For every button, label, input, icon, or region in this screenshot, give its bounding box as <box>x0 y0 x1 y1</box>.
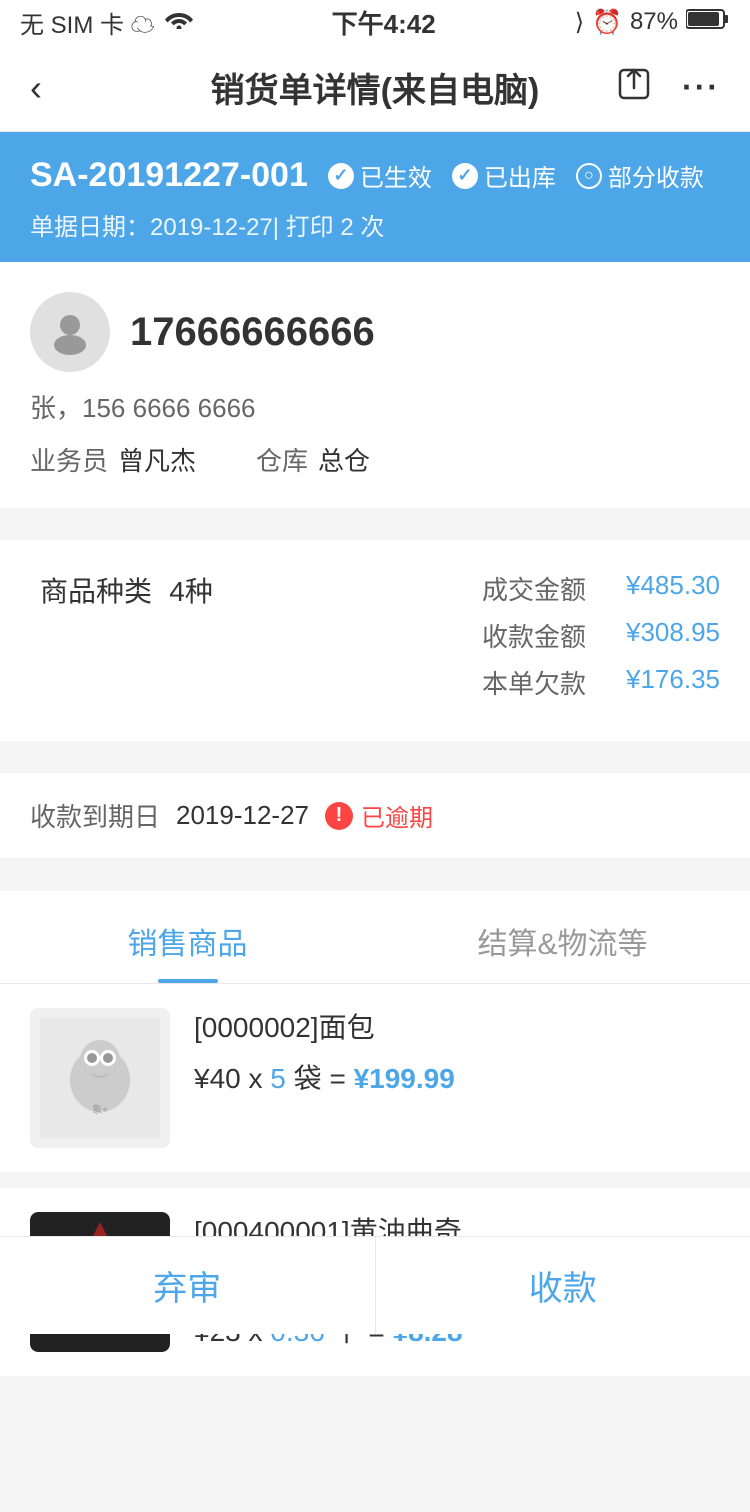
battery-icon <box>686 8 730 37</box>
deal-amount-value: ¥485.30 <box>626 570 720 607</box>
avatar <box>30 292 110 372</box>
order-print-info: | 打印 2 次 <box>273 214 385 241</box>
svg-text:象+: 象+ <box>92 1104 108 1116</box>
confirm-button[interactable]: 收款 <box>376 1237 750 1334</box>
debt-amount-row: 本单欠款 ¥176.35 <box>482 664 720 701</box>
product-price-row-1: ¥40 x 5 袋 = ¥199.99 <box>194 1057 720 1097</box>
alarm-icon: ⏰ <box>592 8 622 37</box>
clock-icon: ○ <box>576 163 602 189</box>
financial-section: 商品种类 4种 成交金额 ¥485.30 收款金额 ¥308.95 本单欠款 ¥… <box>0 540 750 741</box>
order-date-value: 2019-12-27 <box>150 214 273 241</box>
status-bar: 无 SIM 卡 ☁ 下午4:42 ⟩ ⏰ 87% <box>0 0 750 44</box>
debt-value: ¥176.35 <box>626 664 720 701</box>
overdue-label: 已逾期 <box>361 798 433 833</box>
tab-sales-products-label: 销售商品 <box>128 928 248 961</box>
received-label: 收款金额 <box>482 617 586 654</box>
status-partial-label: 部分收款 <box>608 158 704 193</box>
divider-1 <box>0 524 750 540</box>
product-thumb-1: 象+ <box>30 1008 170 1148</box>
product-qty-1: 5 <box>270 1063 286 1094</box>
share-icon[interactable] <box>616 66 652 109</box>
product-type-value: 4种 <box>169 576 213 607</box>
tab-settlement-label: 结算&物流等 <box>477 928 647 961</box>
customer-name: 张，156 6666 6666 <box>30 388 720 425</box>
status-time: 下午4:42 <box>332 4 436 41</box>
customer-meta: 业务员 曾凡杰 仓库 总仓 <box>30 441 720 478</box>
deal-amount-row: 成交金额 ¥485.30 <box>482 570 720 607</box>
warehouse-name: 总仓 <box>318 441 370 478</box>
check-icon-2: ✓ <box>452 163 478 189</box>
page-title: 销货单详情(来自电脑) <box>211 63 540 112</box>
due-section: 收款到期日 2019-12-27 ! 已逾期 <box>0 773 750 859</box>
bottom-bar: 弃审 收款 <box>0 1236 750 1334</box>
wifi-icon <box>165 8 193 36</box>
status-shipped: ✓ 已出库 <box>452 158 556 193</box>
tab-sales-products[interactable]: 销售商品 <box>0 891 375 983</box>
product-info-1: [0000002]面包 ¥40 x 5 袋 = ¥199.99 <box>194 1008 720 1097</box>
check-icon-1: ✓ <box>328 163 354 189</box>
location-icon: ⟩ <box>575 8 584 37</box>
status-effective-label: 已生效 <box>360 158 432 193</box>
product-code-name-1: [0000002]面包 <box>194 1008 720 1047</box>
status-effective: ✓ 已生效 <box>328 158 432 193</box>
status-left: 无 SIM 卡 ☁ <box>20 5 193 40</box>
tabs: 销售商品 结算&物流等 <box>0 891 750 984</box>
due-date-label: 收款到期日 <box>30 797 160 834</box>
more-icon[interactable]: ··· <box>682 69 720 106</box>
received-value: ¥308.95 <box>626 617 720 654</box>
amounts: 成交金额 ¥485.30 收款金额 ¥308.95 本单欠款 ¥176.35 <box>482 570 720 711</box>
order-date: 单据日期：2019-12-27| 打印 2 次 <box>30 207 720 242</box>
customer-phone: 17666666666 <box>130 310 375 355</box>
product-price-1: ¥40 <box>194 1063 241 1094</box>
order-date-label: 单据日期： <box>30 214 150 241</box>
no-sim-label: 无 SIM 卡 ☁ <box>20 5 155 40</box>
due-date-value: 2019-12-27 <box>176 800 309 831</box>
back-button[interactable]: ‹ <box>30 67 90 109</box>
cancel-button[interactable]: 弃审 <box>0 1237 376 1334</box>
warehouse-info: 仓库 总仓 <box>256 441 370 478</box>
customer-section: 17666666666 张，156 6666 6666 业务员 曾凡杰 仓库 总… <box>0 262 750 508</box>
received-amount-row: 收款金额 ¥308.95 <box>482 617 720 654</box>
nav-bar: ‹ 销货单详情(来自电脑) ··· <box>0 44 750 132</box>
debt-label: 本单欠款 <box>482 664 586 701</box>
divider-3 <box>0 875 750 891</box>
product-type-label: 商品种类 <box>40 576 152 607</box>
status-partial: ○ 部分收款 <box>576 158 704 193</box>
sales-info: 业务员 曾凡杰 <box>30 441 196 478</box>
overdue-badge: ! 已逾期 <box>325 798 433 833</box>
sales-name: 曾凡杰 <box>118 441 196 478</box>
warehouse-label: 仓库 <box>256 441 308 478</box>
deal-amount-label: 成交金额 <box>482 570 586 607</box>
product-types: 商品种类 4种 <box>30 570 213 610</box>
nav-actions: ··· <box>616 66 720 109</box>
order-id: SA-20191227-001 <box>30 156 308 195</box>
divider-2 <box>0 757 750 773</box>
bottom-padding <box>0 1392 750 1512</box>
status-shipped-label: 已出库 <box>484 158 556 193</box>
product-item: 象+ [0000002]面包 ¥40 x 5 袋 = ¥199.99 <box>0 984 750 1172</box>
product-total-1: ¥199.99 <box>354 1063 455 1094</box>
sales-label: 业务员 <box>30 441 108 478</box>
order-header: SA-20191227-001 ✓ 已生效 ✓ 已出库 ○ 部分收款 单据日期：… <box>0 132 750 262</box>
product-unit-1: 袋 <box>294 1063 322 1094</box>
tab-settlement[interactable]: 结算&物流等 <box>375 891 750 983</box>
battery-label: 87% <box>630 8 678 36</box>
status-right: ⟩ ⏰ 87% <box>575 8 730 37</box>
overdue-icon: ! <box>325 802 353 830</box>
